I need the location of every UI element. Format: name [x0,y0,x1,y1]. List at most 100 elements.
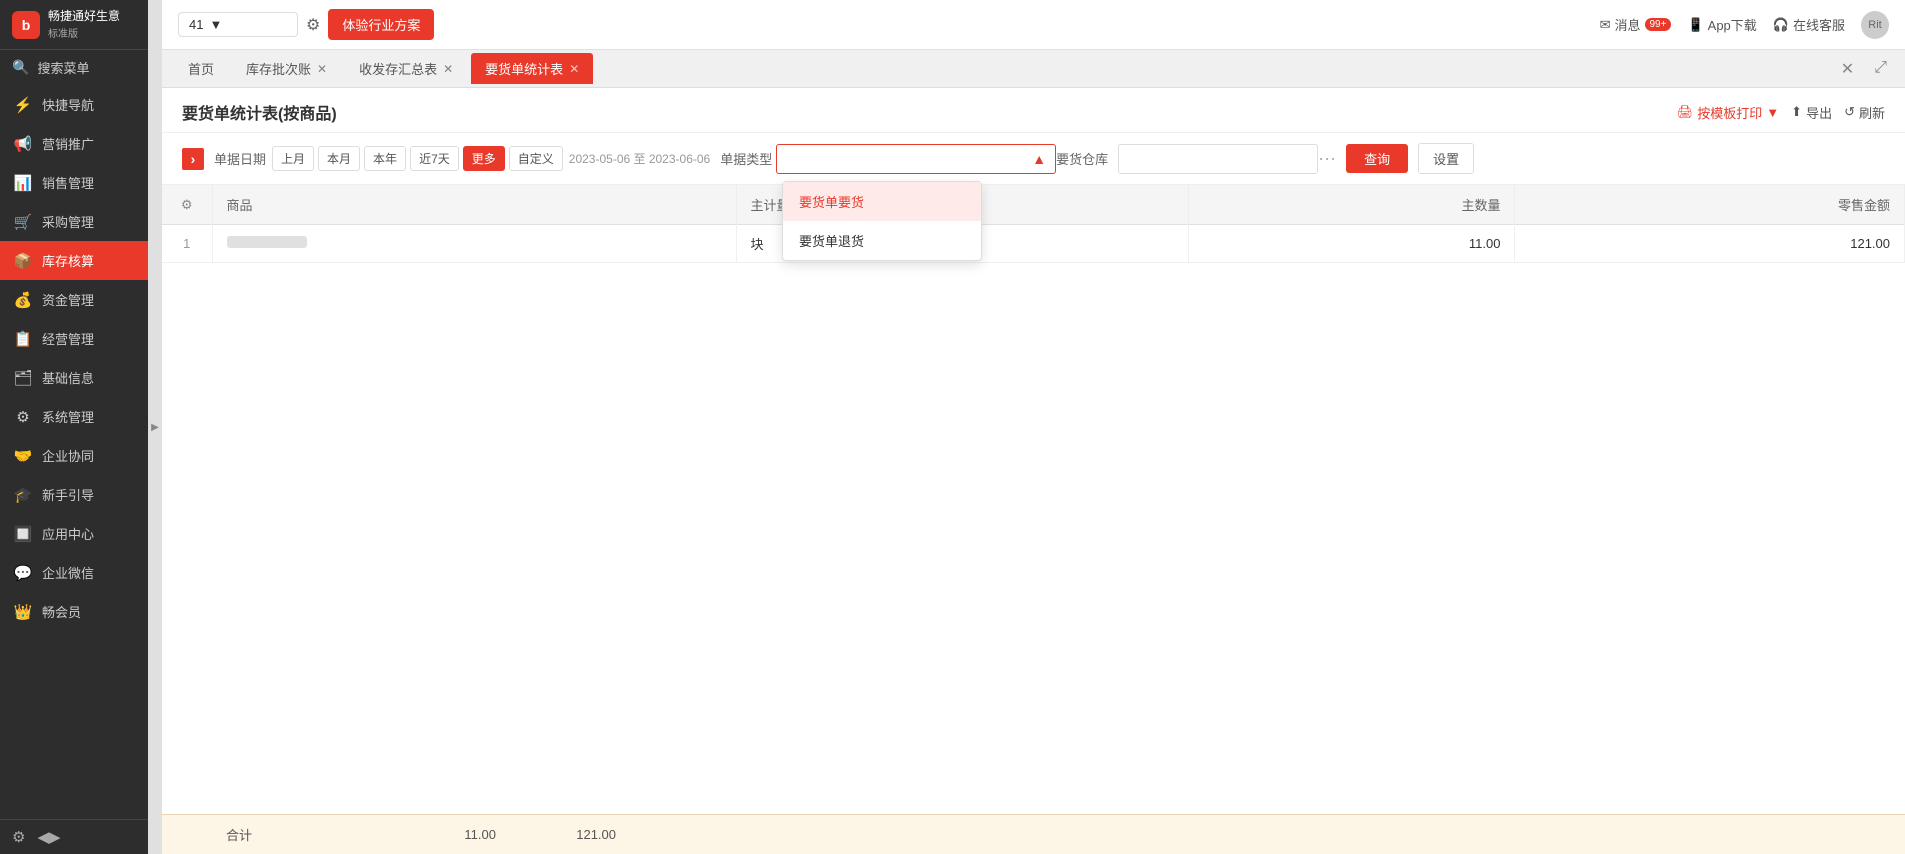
messages-btn[interactable]: ✉ 消息 99+ [1600,15,1672,34]
nav-icon-inventory: 📦 [12,252,34,270]
sidebar-item-basic-info[interactable]: 🗂 基础信息 [0,358,148,397]
dropdown-item-return[interactable]: 要货单退货 [783,221,981,260]
tabs-bar: 首页 库存批次账 ✕ 收发存汇总表 ✕ 要货单统计表 ✕ ✕ ⤢ [162,50,1905,88]
content-area: 要货单统计表(按商品) 🖨 按模板打印 ▼ ⬆ 导出 ↺ 刷新 › [162,88,1905,854]
tab-order-stats[interactable]: 要货单统计表 ✕ [471,53,593,84]
tab-inventory-batch-close[interactable]: ✕ [317,62,327,76]
sidebar-item-vip[interactable]: 👑 畅会员 [0,592,148,631]
selector-chevron: ▼ [209,17,222,32]
account-selector[interactable]: 41 ▼ [178,12,298,37]
this-month-btn[interactable]: 本月 [318,146,360,171]
sidebar-bottom: ⚙ ◀▶ [0,819,148,854]
sidebar-item-purchase[interactable]: 🛒 采购管理 [0,202,148,241]
nav-label-purchase: 采购管理 [42,212,94,231]
sidebar-item-quick-nav[interactable]: ⚡ 快捷导航 [0,85,148,124]
sidebar-item-marketing[interactable]: 📢 营销推广 [0,124,148,163]
refresh-btn[interactable]: ↺ 刷新 [1844,103,1885,122]
collapse-icon[interactable]: ◀▶ [37,828,60,846]
footer-amount-value: 121.00 [576,827,616,842]
sidebar-item-operations[interactable]: 📋 经营管理 [0,319,148,358]
type-filter-label: 单据类型 [720,149,772,168]
filter-expand-btn[interactable]: › [182,148,204,170]
sidebar: b 畅捷通好生意 标准版 🔍 搜索菜单 ⚡ 快捷导航 📢 营销推广 📊 销售管理… [0,0,148,854]
online-service-btn[interactable]: 🎧 在线客服 [1773,15,1845,34]
page-header-actions: 🖨 按模板打印 ▼ ⬆ 导出 ↺ 刷新 [1677,103,1885,122]
warehouse-input[interactable] [1118,144,1318,174]
sidebar-item-wechat[interactable]: 💬 企业微信 [0,553,148,592]
tab-home-label: 首页 [188,59,214,78]
sidebar-item-inventory[interactable]: 📦 库存核算 [0,241,148,280]
warehouse-dots[interactable]: ··· [1318,148,1336,169]
type-filter-input[interactable] [776,144,1056,174]
footer-label: 合计 [176,825,390,844]
cell-qty-0: 11.00 [1188,225,1515,263]
nav-label-wechat: 企业微信 [42,563,94,582]
user-avatar[interactable]: Rit [1861,11,1889,39]
nav-icon-basic-info: 🗂 [12,369,34,387]
online-service-label: 在线客服 [1793,15,1845,34]
app-download-btn[interactable]: 📱 App下载 [1687,15,1756,34]
trial-btn[interactable]: 体验行业方案 [328,9,434,40]
tab-inventory-batch[interactable]: 库存批次账 ✕ [232,53,341,84]
last7-btn[interactable]: 近7天 [410,146,459,171]
search-menu[interactable]: 🔍 搜索菜单 [0,50,148,85]
tab-order-stats-close[interactable]: ✕ [569,62,579,76]
search-icon: 🔍 [12,59,29,76]
type-filter-arrow[interactable]: ▲ [1032,151,1046,167]
sidebar-item-sales[interactable]: 📊 销售管理 [0,163,148,202]
message-badge: 99+ [1645,18,1672,31]
tab-home[interactable]: 首页 [174,53,228,84]
export-label: 导出 [1806,103,1832,122]
sidebar-item-app-center[interactable]: 🔲 应用中心 [0,514,148,553]
this-year-btn[interactable]: 本年 [364,146,406,171]
cell-product-0 [212,225,736,263]
app-download-label: App下载 [1708,15,1757,34]
topbar-gear-icon[interactable]: ⚙ [306,15,320,35]
topbar-left: 41 ▼ ⚙ 体验行业方案 [178,9,1588,40]
export-btn[interactable]: ⬆ 导出 [1791,103,1832,122]
headset-icon: 🎧 [1773,17,1789,33]
nav-icon-system: ⚙ [12,408,34,426]
nav-icon-vip: 👑 [12,603,34,621]
query-btn[interactable]: 查询 [1346,144,1408,173]
more-btn[interactable]: 更多 [463,146,505,171]
nav-icon-app-center: 🔲 [12,525,34,543]
col-qty: 主数量 [1188,185,1515,225]
tab-close-all-icon[interactable]: ✕ [1835,57,1860,81]
tab-expand-icon[interactable]: ⤢ [1868,57,1893,81]
custom-btn[interactable]: 自定义 [509,146,563,171]
print-chevron: ▼ [1766,105,1779,120]
tab-recv-summary-close[interactable]: ✕ [443,62,453,76]
tab-recv-summary-label: 收发存汇总表 [359,59,437,78]
warehouse-label: 要货仓库 [1056,149,1108,168]
nav-label-operations: 经营管理 [42,329,94,348]
dropdown-item-goods[interactable]: 要货单要货 [783,182,981,221]
sidebar-item-enterprise[interactable]: 🤝 企业协同 [0,436,148,475]
nav-icon-finance: 💰 [12,291,34,309]
cell-seq-0: 1 [162,225,212,263]
nav-label-app-center: 应用中心 [42,524,94,543]
logo-icon: b [12,11,40,39]
nav-label-system: 系统管理 [42,407,94,426]
page-header: 要货单统计表(按商品) 🖨 按模板打印 ▼ ⬆ 导出 ↺ 刷新 [162,88,1905,133]
nav-label-inventory: 库存核算 [42,251,94,270]
nav-label-quick-nav: 快捷导航 [42,95,94,114]
nav-label-finance: 资金管理 [42,290,94,309]
last-month-btn[interactable]: 上月 [272,146,314,171]
filter-settings-btn[interactable]: 设置 [1418,143,1474,174]
col-settings-icon[interactable]: ⚙ [181,197,193,212]
search-menu-label: 搜索菜单 [37,58,89,77]
date-filter-group: 单据日期 上月 本月 本年 近7天 更多 自定义 2023-05-06 至 20… [214,146,710,171]
sidebar-item-finance[interactable]: 💰 资金管理 [0,280,148,319]
tabs-right: ✕ ⤢ [1835,57,1893,81]
sidebar-toggle[interactable]: ▶ [148,0,162,854]
settings-icon[interactable]: ⚙ [12,828,25,846]
sidebar-item-system[interactable]: ⚙ 系统管理 [0,397,148,436]
tab-recv-summary[interactable]: 收发存汇总表 ✕ [345,53,467,84]
tab-inventory-batch-label: 库存批次账 [246,59,311,78]
nav-label-sales: 销售管理 [42,173,94,192]
nav-label-marketing: 营销推广 [42,134,94,153]
sidebar-item-guide[interactable]: 🎓 新手引导 [0,475,148,514]
col-settings[interactable]: ⚙ [162,185,212,225]
print-btn[interactable]: 🖨 按模板打印 ▼ [1677,103,1779,122]
